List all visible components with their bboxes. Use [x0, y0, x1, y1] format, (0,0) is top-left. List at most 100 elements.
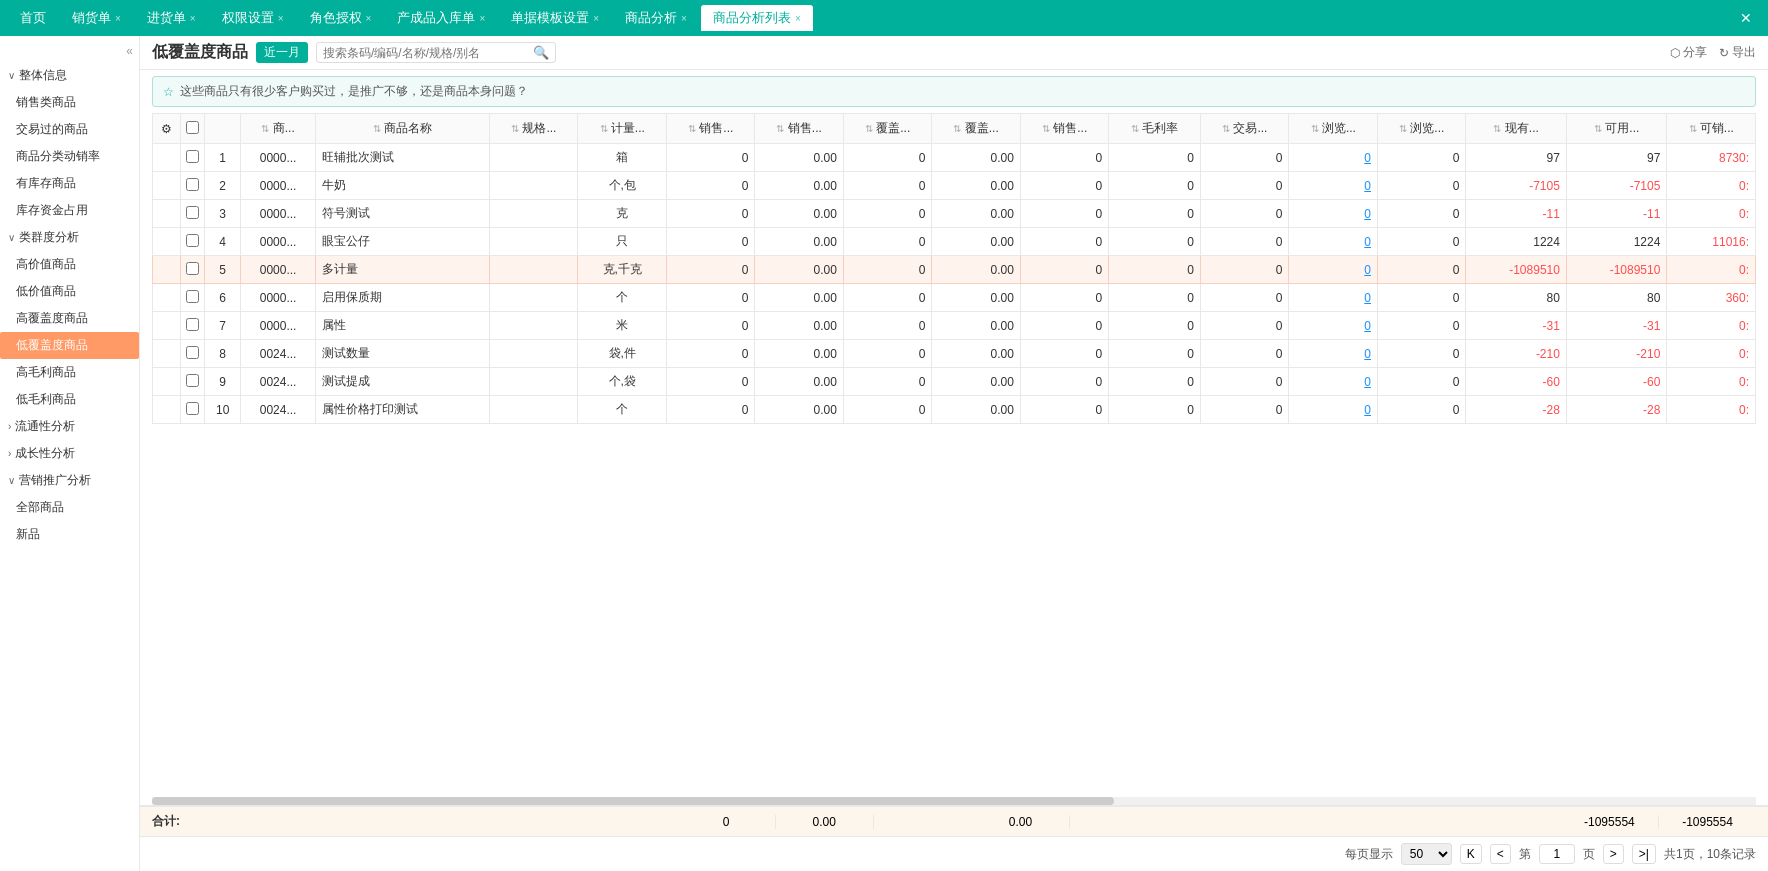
- row-checkbox[interactable]: [186, 150, 199, 163]
- sidebar-group-growth[interactable]: › 成长性分析: [0, 440, 139, 467]
- browse1-cell[interactable]: 0: [1289, 228, 1377, 256]
- close-icon[interactable]: ×: [115, 13, 121, 24]
- cover2-column-header[interactable]: ⇅ 覆盖...: [932, 114, 1020, 144]
- nav-tab-roles[interactable]: 角色授权 ×: [298, 5, 384, 31]
- row-checkbox[interactable]: [186, 178, 199, 191]
- browse1-column-header[interactable]: ⇅ 浏览...: [1289, 114, 1377, 144]
- row-checkbox[interactable]: [186, 346, 199, 359]
- sellable-column-header[interactable]: ⇅ 可销...: [1667, 114, 1756, 144]
- trade-column-header[interactable]: ⇅ 交易...: [1201, 114, 1289, 144]
- gross-rate-cell: 0: [1109, 396, 1201, 424]
- browse1-cell[interactable]: 0: [1289, 172, 1377, 200]
- browse2-column-header[interactable]: ⇅ 浏览...: [1377, 114, 1465, 144]
- sidebar-item-in-stock[interactable]: 有库存商品: [0, 170, 139, 197]
- nav-tab-home[interactable]: 首页: [8, 5, 58, 31]
- table-row: 9 0024... 测试提成 个,袋 0 0.00 0 0.00 0 0 0 0…: [153, 368, 1756, 396]
- select-all-checkbox[interactable]: [186, 121, 199, 134]
- sidebar-item-sales-goods[interactable]: 销售类商品: [0, 89, 139, 116]
- browse1-cell[interactable]: 0: [1289, 200, 1377, 228]
- sidebar-item-all-goods[interactable]: 全部商品: [0, 494, 139, 521]
- table-row: 1 0000... 旺辅批次测试 箱 0 0.00 0 0.00 0 0 0 0…: [153, 144, 1756, 172]
- page-label: 第: [1519, 846, 1531, 863]
- cover1-cell: 0: [843, 340, 931, 368]
- browse1-cell[interactable]: 0: [1289, 256, 1377, 284]
- scrollbar-thumb[interactable]: [152, 797, 1114, 805]
- browse1-cell[interactable]: 0: [1289, 396, 1377, 424]
- unit-cell: 个: [578, 284, 666, 312]
- export-button[interactable]: ↻ 导出: [1719, 44, 1756, 61]
- row-checkbox[interactable]: [186, 318, 199, 331]
- sidebar-item-category-rate[interactable]: 商品分类动销率: [0, 143, 139, 170]
- spec-column-header[interactable]: ⇅ 规格...: [490, 114, 578, 144]
- gross-rate-column-header[interactable]: ⇅ 毛利率: [1109, 114, 1201, 144]
- close-icon[interactable]: ×: [366, 13, 372, 24]
- nav-tab-template[interactable]: 单据模板设置 ×: [499, 5, 611, 31]
- page-number-input[interactable]: [1539, 844, 1575, 864]
- search-input[interactable]: [323, 46, 529, 60]
- row-checkbox[interactable]: [186, 234, 199, 247]
- browse1-cell[interactable]: 0: [1289, 312, 1377, 340]
- share-button[interactable]: ⬡ 分享: [1670, 44, 1707, 61]
- close-icon[interactable]: ×: [593, 13, 599, 24]
- nav-tab-product-entry[interactable]: 产成品入库单 ×: [385, 5, 497, 31]
- row-checkbox[interactable]: [186, 290, 199, 303]
- page-size-select[interactable]: 50 100 200: [1401, 843, 1452, 865]
- sidebar-item-low-coverage[interactable]: 低覆盖度商品: [0, 332, 139, 359]
- unit-cell: 个,包: [578, 172, 666, 200]
- nav-tab-product-analysis[interactable]: 商品分析 ×: [613, 5, 699, 31]
- close-icon[interactable]: ×: [681, 13, 687, 24]
- sidebar-item-high-margin[interactable]: 高毛利商品: [0, 359, 139, 386]
- close-icon[interactable]: ×: [795, 13, 801, 24]
- first-page-button[interactable]: K: [1460, 844, 1482, 864]
- sales-qty-column-header[interactable]: ⇅ 销售...: [666, 114, 754, 144]
- close-icon[interactable]: ×: [190, 13, 196, 24]
- row-checkbox[interactable]: [186, 262, 199, 275]
- browse1-cell[interactable]: 0: [1289, 284, 1377, 312]
- sellable-cell: 8730:: [1667, 144, 1756, 172]
- row-checkbox[interactable]: [186, 374, 199, 387]
- sidebar-item-stock-capital[interactable]: 库存资金占用: [0, 197, 139, 224]
- curr-stock-column-header[interactable]: ⇅ 现有...: [1466, 114, 1566, 144]
- sidebar-item-new-goods[interactable]: 新品: [0, 521, 139, 548]
- sidebar-item-traded-goods[interactable]: 交易过的商品: [0, 116, 139, 143]
- sidebar-group-marketing[interactable]: ∨ 营销推广分析: [0, 467, 139, 494]
- name-cell: 多计量: [315, 256, 489, 284]
- sidebar-item-high-value[interactable]: 高价值商品: [0, 251, 139, 278]
- nav-tab-permissions[interactable]: 权限设置 ×: [210, 5, 296, 31]
- sidebar-group-overall[interactable]: ∨ 整体信息: [0, 62, 139, 89]
- browse1-cell[interactable]: 0: [1289, 144, 1377, 172]
- avail-stock-column-header[interactable]: ⇅ 可用...: [1566, 114, 1666, 144]
- sales-amt-column-header[interactable]: ⇅ 销售...: [755, 114, 843, 144]
- next-page-button[interactable]: >: [1603, 844, 1624, 864]
- close-icon[interactable]: ×: [479, 13, 485, 24]
- close-icon[interactable]: ×: [278, 13, 284, 24]
- sidebar-group-liquidity[interactable]: › 流通性分析: [0, 413, 139, 440]
- browse1-cell[interactable]: 0: [1289, 340, 1377, 368]
- sidebar-group-cluster[interactable]: ∨ 类群度分析: [0, 224, 139, 251]
- nav-tab-product-analysis-list[interactable]: 商品分析列表 ×: [701, 5, 813, 31]
- name-column-header[interactable]: ⇅ 商品名称: [315, 114, 489, 144]
- unit-column-header[interactable]: ⇅ 计量...: [578, 114, 666, 144]
- row-checkbox[interactable]: [186, 402, 199, 415]
- nav-tab-sales[interactable]: 销货单 ×: [60, 5, 133, 31]
- horizontal-scrollbar[interactable]: [152, 797, 1756, 805]
- seq-cell: 3: [205, 200, 241, 228]
- footer-sales-amt: 0.00: [776, 815, 874, 829]
- cover1-cell: 0: [843, 284, 931, 312]
- code-column-header[interactable]: ⇅ 商...: [241, 114, 315, 144]
- cover1-column-header[interactable]: ⇅ 覆盖...: [843, 114, 931, 144]
- sidebar-item-low-value[interactable]: 低价值商品: [0, 278, 139, 305]
- cover2-cell: 0.00: [932, 340, 1020, 368]
- sidebar-item-low-margin[interactable]: 低毛利商品: [0, 386, 139, 413]
- row-checkbox[interactable]: [186, 206, 199, 219]
- close-all-button[interactable]: ✕: [1732, 6, 1760, 30]
- settings-column-header[interactable]: ⚙: [153, 114, 181, 144]
- sidebar-item-high-coverage[interactable]: 高覆盖度商品: [0, 305, 139, 332]
- last-page-button[interactable]: >|: [1632, 844, 1656, 864]
- nav-tab-purchase[interactable]: 进货单 ×: [135, 5, 208, 31]
- prev-page-button[interactable]: <: [1490, 844, 1511, 864]
- time-filter-button[interactable]: 近一月: [256, 42, 308, 63]
- browse1-cell[interactable]: 0: [1289, 368, 1377, 396]
- sidebar-collapse-button[interactable]: «: [0, 40, 139, 62]
- sales2-column-header[interactable]: ⇅ 销售...: [1020, 114, 1108, 144]
